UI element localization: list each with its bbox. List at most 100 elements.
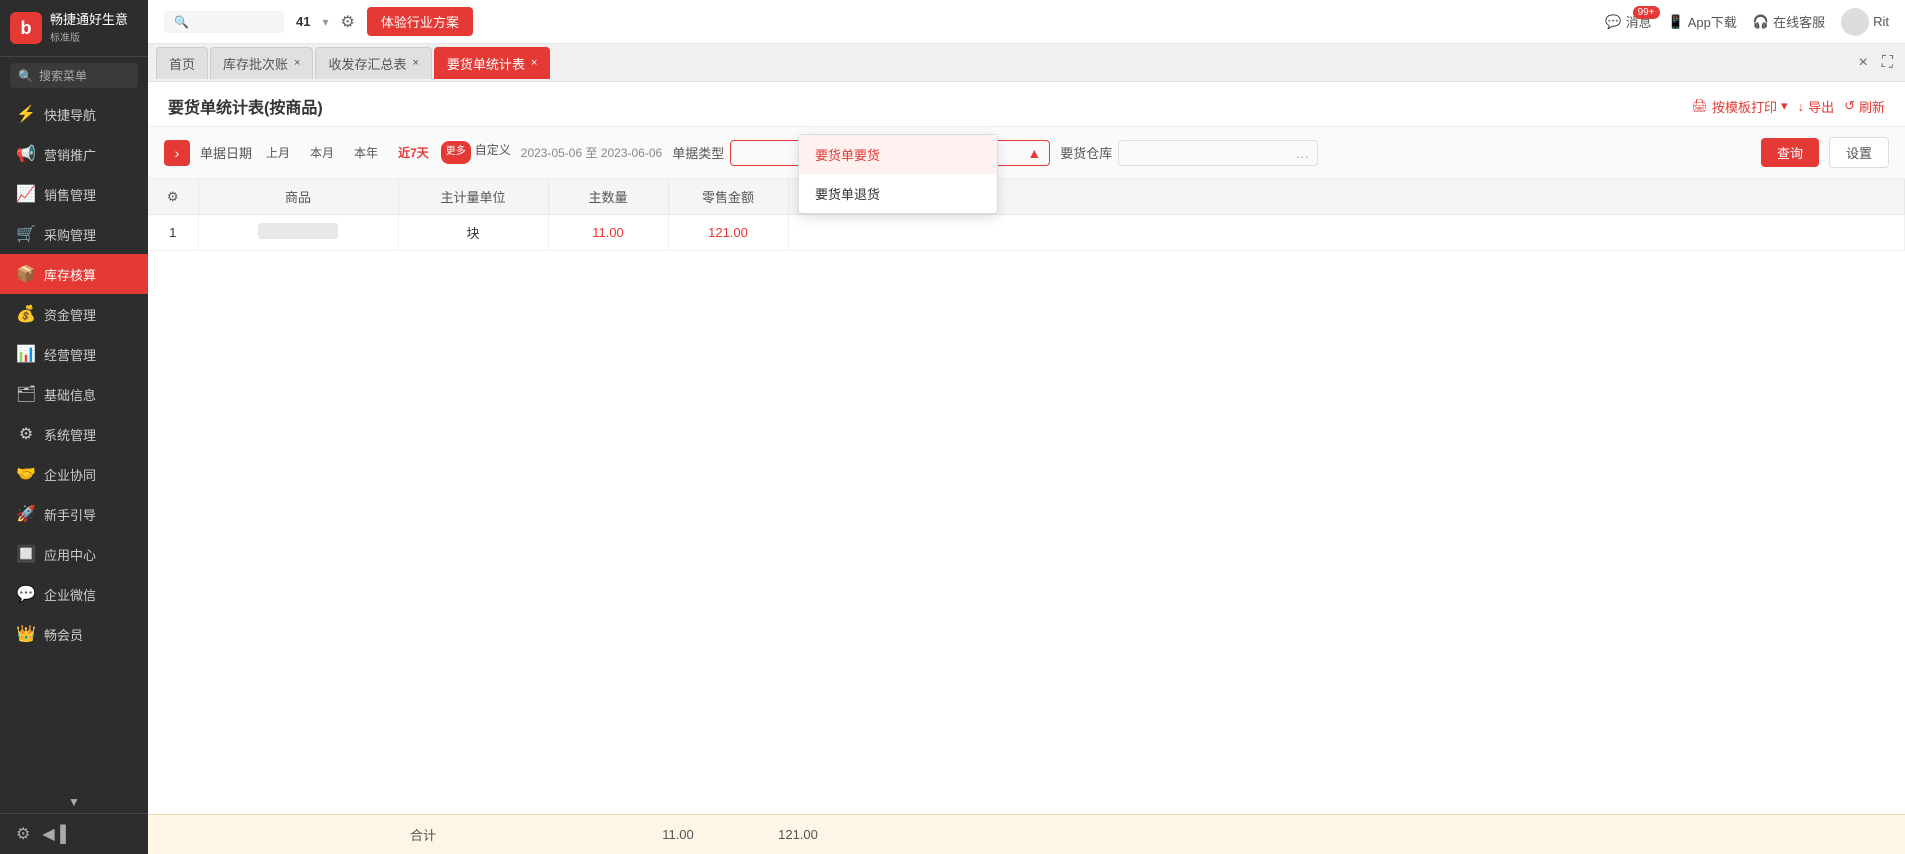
user-name: Rit xyxy=(1873,14,1889,29)
inventory-icon: 📦 xyxy=(16,264,36,284)
footer-quantity: 11.00 xyxy=(618,827,738,842)
refresh-button[interactable]: ↺ 刷新 xyxy=(1844,97,1885,116)
chevron-right-icon: › xyxy=(175,145,180,161)
sidebar-item-member[interactable]: 👑 畅会员 xyxy=(0,614,148,654)
guide-icon: 🚀 xyxy=(16,504,36,524)
table-settings-icon[interactable]: ⚙ xyxy=(167,189,179,204)
table-footer: 合计 11.00 121.00 xyxy=(148,814,1905,854)
sales-icon: 📈 xyxy=(16,184,36,204)
sidebar-search[interactable]: 🔍 搜索菜单 xyxy=(10,63,138,88)
product-placeholder xyxy=(258,223,338,239)
chevron-down-icon: ▼ xyxy=(68,795,80,809)
this-month-btn[interactable]: 本月 xyxy=(302,141,342,164)
appstore-icon: 🔲 xyxy=(16,544,36,564)
col-settings[interactable]: ⚙ xyxy=(148,179,198,215)
dropdown-item-requisition-return[interactable]: 要货单退货 xyxy=(799,174,997,213)
close-requisition-stats-tab[interactable]: × xyxy=(531,57,537,69)
sidebar-item-basic[interactable]: 🗂 基础信息 xyxy=(0,374,148,414)
page-header: 要货单统计表(按商品) 🖨 按模板打印 ▾ ↓ 导出 ↺ 刷新 xyxy=(148,82,1905,127)
date-filter-label: 单据日期 xyxy=(200,143,252,162)
type-chevron-up-icon[interactable]: ▲ xyxy=(1027,145,1041,161)
amount-cell: 121.00 xyxy=(668,215,788,251)
tab-requisition-stats[interactable]: 要货单统计表 × xyxy=(434,47,550,79)
message-icon: 💬 xyxy=(1605,14,1621,30)
sidebar-item-guide[interactable]: 🚀 新手引导 xyxy=(0,494,148,534)
logo-text: 畅捷通好生意 标准版 xyxy=(50,12,128,44)
sidebar: b 畅捷通好生意 标准版 🔍 搜索菜单 ⚡ 快捷导航 📢 营销推广 📈 销售管理… xyxy=(0,0,148,854)
expand-tabs-button[interactable]: ⛶ xyxy=(1878,54,1897,72)
sidebar-item-finance[interactable]: 💰 资金管理 xyxy=(0,294,148,334)
collapse-sidebar-button[interactable]: ◀▐ xyxy=(42,824,66,844)
app-download-button[interactable]: 📱 App下载 xyxy=(1668,12,1737,31)
last-month-btn[interactable]: 上月 xyxy=(258,141,298,164)
online-service-button[interactable]: 🎧 在线客服 xyxy=(1753,12,1825,31)
basic-icon: 🗂 xyxy=(16,384,36,404)
member-icon: 👑 xyxy=(16,624,36,644)
tab-home[interactable]: 首页 xyxy=(156,47,208,79)
print-icon: 🖨 xyxy=(1692,98,1709,114)
last-7-days-btn[interactable]: 近7天 xyxy=(390,141,437,164)
print-dropdown-icon: ▾ xyxy=(1781,98,1788,114)
global-search[interactable]: 🔍 xyxy=(164,11,284,33)
topbar-number: 41 xyxy=(296,14,310,29)
filter-settings-button[interactable]: 设置 xyxy=(1829,137,1889,168)
sidebar-item-quick-nav[interactable]: ⚡ 快捷导航 xyxy=(0,94,148,134)
tab-shipment-summary[interactable]: 收发存汇总表 × xyxy=(315,47,431,79)
trial-button[interactable]: 体验行业方案 xyxy=(367,7,473,36)
close-batch-inventory-tab[interactable]: × xyxy=(294,57,300,69)
empty-cell xyxy=(788,215,1905,251)
filter-bar: › 单据日期 上月 本月 本年 近7天 更多 自定义 2023-05-06 至 … xyxy=(148,127,1905,179)
main-area: 🔍 41 ▾ ⚙ 体验行业方案 💬 消息 99+ 📱 App下载 🎧 在线客服 … xyxy=(148,0,1905,854)
sidebar-item-appstore[interactable]: 🔲 应用中心 xyxy=(0,534,148,574)
search-icon: 🔍 xyxy=(174,15,189,29)
message-badge: 99+ xyxy=(1633,6,1660,19)
system-icon: ⚙ xyxy=(16,424,36,444)
warehouse-filter-group: 要货仓库 … xyxy=(1060,140,1318,166)
filter-toggle-button[interactable]: › xyxy=(164,140,190,166)
sidebar-item-sales[interactable]: 📈 销售管理 xyxy=(0,174,148,214)
this-year-btn[interactable]: 本年 xyxy=(346,141,386,164)
topbar-dropdown-arrow[interactable]: ▾ xyxy=(322,15,328,29)
tabs-bar: 首页 库存批次账 × 收发存汇总表 × 要货单统计表 × × ⛶ xyxy=(148,44,1905,82)
dropdown-item-requisition-order[interactable]: 要货单要货 xyxy=(799,135,997,174)
col-quantity: 主数量 xyxy=(548,179,668,215)
sidebar-item-marketing[interactable]: 📢 营销推广 xyxy=(0,134,148,174)
footer-label: 合计 xyxy=(410,825,530,844)
close-shipment-summary-tab[interactable]: × xyxy=(412,57,418,69)
date-filter-group: 单据日期 上月 本月 本年 近7天 更多 自定义 2023-05-06 至 20… xyxy=(200,141,662,164)
sidebar-item-cooperation[interactable]: 🤝 企业协同 xyxy=(0,454,148,494)
warehouse-filter-input[interactable]: … xyxy=(1118,140,1318,166)
col-product: 商品 xyxy=(198,179,398,215)
close-all-tabs-button[interactable]: × xyxy=(1854,54,1871,72)
export-icon: ↓ xyxy=(1798,99,1805,114)
search-icon: 🔍 xyxy=(18,69,33,83)
sidebar-item-wechat[interactable]: 💬 企业微信 xyxy=(0,574,148,614)
topbar-settings-icon[interactable]: ⚙ xyxy=(341,12,355,32)
row-num: 1 xyxy=(148,215,198,251)
sidebar-item-system[interactable]: ⚙ 系统管理 xyxy=(0,414,148,454)
more-date-badge[interactable]: 更多 xyxy=(441,141,471,164)
user-avatar-button[interactable]: Rit xyxy=(1841,8,1889,36)
settings-gear-icon[interactable]: ⚙ xyxy=(16,824,30,844)
print-button[interactable]: 🖨 按模板打印 ▾ xyxy=(1692,97,1788,116)
sidebar-nav: 🔍 搜索菜单 ⚡ 快捷导航 📢 营销推广 📈 销售管理 🛒 采购管理 📦 库存核… xyxy=(0,57,148,791)
footer-amount: 121.00 xyxy=(738,827,858,842)
scroll-down-arrow[interactable]: ▼ xyxy=(0,791,148,813)
operations-icon: 📊 xyxy=(16,344,36,364)
refresh-icon: ↺ xyxy=(1844,98,1855,114)
sidebar-item-purchase[interactable]: 🛒 采购管理 xyxy=(0,214,148,254)
wechat-icon: 💬 xyxy=(16,584,36,604)
avatar xyxy=(1841,8,1869,36)
col-unit: 主计量单位 xyxy=(398,179,548,215)
custom-date-btn[interactable]: 自定义 xyxy=(475,141,511,164)
message-button[interactable]: 💬 消息 99+ xyxy=(1605,12,1651,31)
sidebar-item-inventory[interactable]: 📦 库存核算 xyxy=(0,254,148,294)
page-title: 要货单统计表(按商品) xyxy=(168,94,323,118)
query-button[interactable]: 查询 xyxy=(1761,138,1819,167)
export-button[interactable]: ↓ 导出 xyxy=(1798,97,1835,116)
marketing-icon: 📢 xyxy=(16,144,36,164)
sidebar-item-operations[interactable]: 📊 经营管理 xyxy=(0,334,148,374)
tab-batch-inventory[interactable]: 库存批次账 × xyxy=(210,47,313,79)
warehouse-more-icon[interactable]: … xyxy=(1295,145,1309,161)
logo-area: b 畅捷通好生意 标准版 xyxy=(0,0,148,57)
